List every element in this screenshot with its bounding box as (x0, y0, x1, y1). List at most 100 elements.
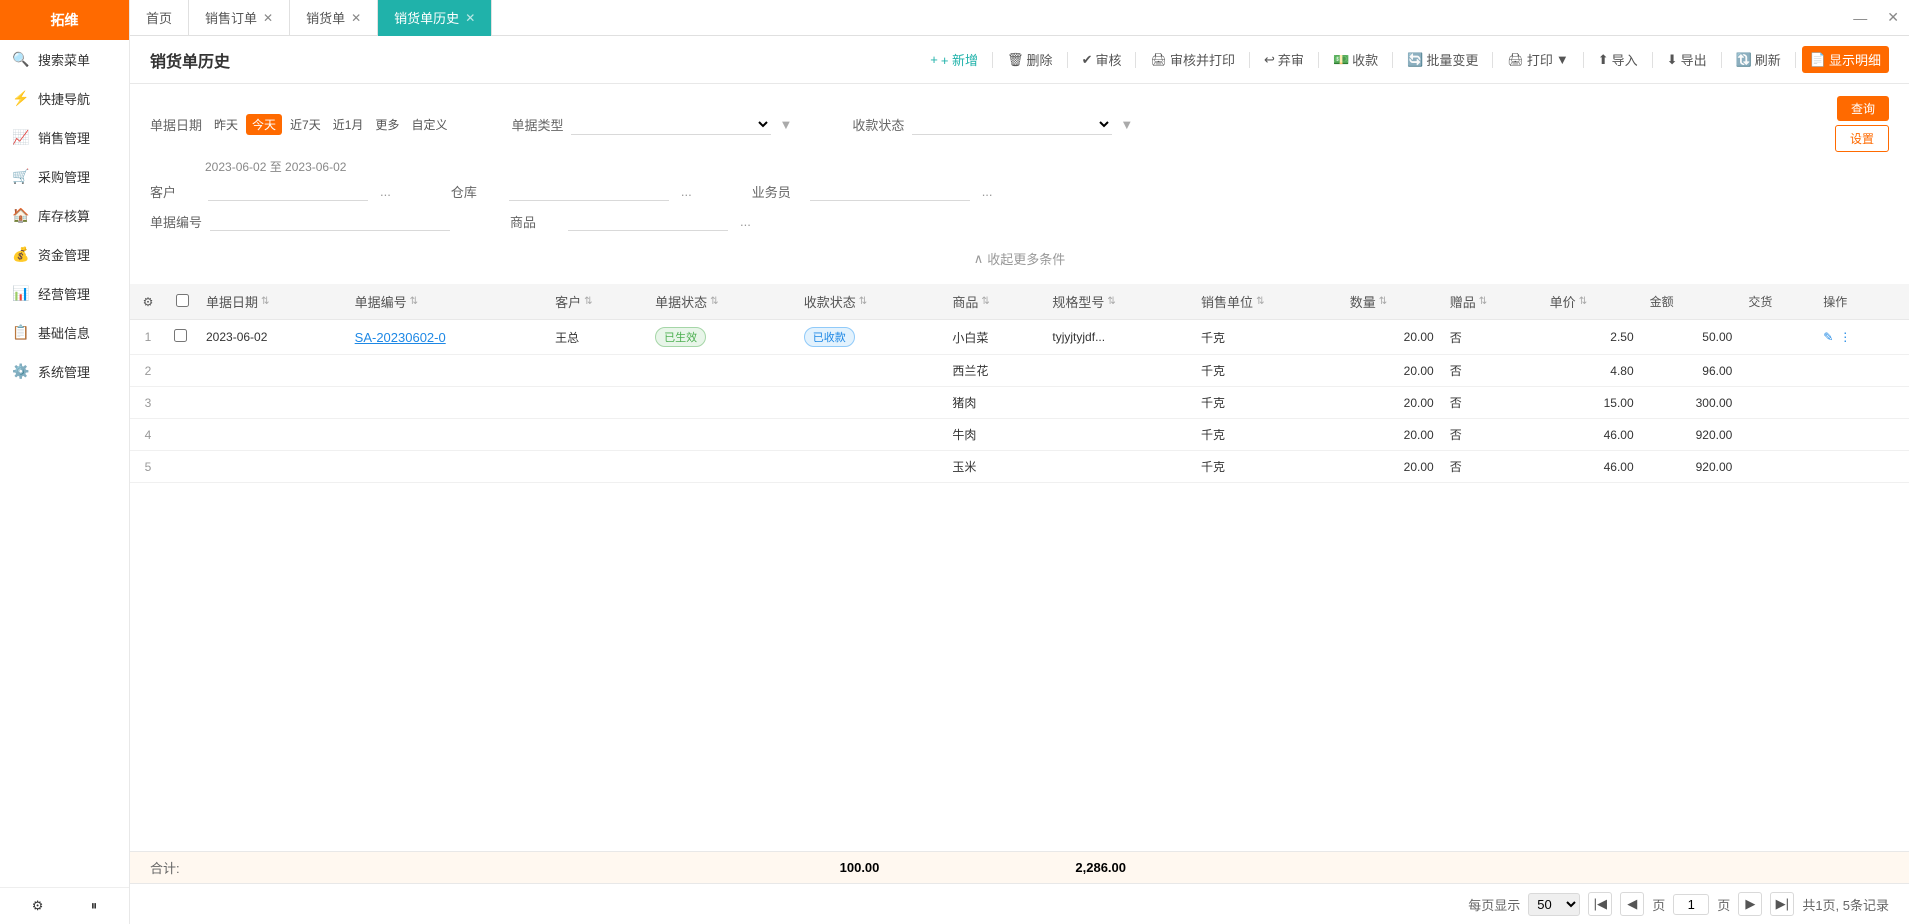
staff-label: 业务员 (752, 182, 802, 201)
sidebar-item-finance-mgmt[interactable]: 💰 资金管理 (0, 235, 129, 274)
sort-docstatus-icon: ⇅ (710, 296, 718, 307)
th-gift[interactable]: 赠品⇅ (1442, 284, 1542, 320)
delete-button[interactable]: 🗑 删除 (999, 46, 1061, 73)
staff-input[interactable] (810, 181, 970, 201)
page-label: 页 (1717, 895, 1730, 914)
sidebar-item-system-mgmt[interactable]: ⚙️ 系统管理 (0, 352, 129, 391)
th-doc-status[interactable]: 单据状态⇅ (647, 284, 796, 320)
goods-dots[interactable]: ... (740, 214, 751, 229)
close-window-btn[interactable]: ✕ (1877, 9, 1909, 26)
sidebar-item-quick-nav[interactable]: ⚡ 快捷导航 (0, 79, 129, 118)
row-check[interactable] (166, 419, 198, 451)
row-doc-no (347, 419, 547, 451)
edit-action-btn[interactable]: ✎ (1823, 330, 1833, 344)
collect-button[interactable]: 💵 收款 (1325, 46, 1386, 73)
date-option-7days[interactable]: 近7天 (286, 114, 325, 135)
sidebar: 拓维 🔍 搜索菜单 ⚡ 快捷导航 📈 销售管理 🛒 采购管理 🏠 库存核算 💰 … (0, 0, 130, 924)
more-action-btn[interactable]: ⋮ (1839, 330, 1851, 344)
sidebar-item-basic-info[interactable]: 📋 基础信息 (0, 313, 129, 352)
tab-sales-order[interactable]: 销售订单 ✕ (189, 0, 290, 36)
row-price: 15.00 (1542, 387, 1642, 419)
staff-dots[interactable]: ... (982, 184, 993, 199)
th-price[interactable]: 单价⇅ (1542, 284, 1642, 320)
print-icon: 🖨 (1507, 52, 1524, 68)
date-option-more[interactable]: 更多 (371, 114, 403, 135)
goods-input[interactable] (568, 211, 728, 231)
th-collect-status[interactable]: 收款状态⇅ (796, 284, 945, 320)
close-sales-order-tab[interactable]: ✕ (263, 11, 273, 25)
close-sales-goods-tab[interactable]: ✕ (351, 11, 361, 25)
tab-sales-history[interactable]: 销货单历史 ✕ (378, 0, 492, 36)
customer-dots[interactable]: ... (380, 184, 391, 199)
customer-input[interactable] (208, 181, 368, 201)
batch-change-button[interactable]: 🔄 批量变更 (1399, 46, 1486, 73)
audit-button[interactable]: ✔ 审核 (1074, 46, 1130, 73)
sidebar-item-sales-mgmt[interactable]: 📈 销售管理 (0, 118, 129, 157)
row-check[interactable] (166, 320, 198, 355)
import-button[interactable]: ⬆ 导入 (1590, 46, 1646, 73)
date-option-custom[interactable]: 自定义 (407, 114, 451, 135)
pause-bottom-icon[interactable]: ⏸ (91, 898, 98, 914)
row-qty: 20.00 (1342, 320, 1442, 355)
settings-bottom-icon[interactable]: ⚙ (32, 898, 44, 914)
next-page-button[interactable]: ▶ (1738, 892, 1762, 916)
abandon-button[interactable]: ↩ 弃审 (1256, 46, 1312, 73)
row-price: 46.00 (1542, 419, 1642, 451)
print-button[interactable]: 🖨 打印 ▼ (1499, 46, 1576, 73)
doc-no-link[interactable]: SA-20230602-0 (355, 330, 446, 345)
collect-status-select[interactable] (912, 113, 1112, 135)
th-doc-no[interactable]: 单据编号⇅ (347, 284, 547, 320)
th-action: 操作 (1815, 284, 1909, 320)
th-unit[interactable]: 销售单位⇅ (1193, 284, 1342, 320)
warehouse-input[interactable] (509, 181, 669, 201)
row-check[interactable] (166, 387, 198, 419)
th-goods[interactable]: 商品⇅ (944, 284, 1044, 320)
per-page-select[interactable]: 50 100 200 (1528, 893, 1580, 916)
new-button[interactable]: + + 新增 (922, 46, 986, 73)
prev-page-button[interactable]: ◀ (1620, 892, 1644, 916)
tab-home[interactable]: 首页 (130, 0, 189, 36)
minimize-btn[interactable]: — (1843, 10, 1877, 26)
audit-print-button[interactable]: 🖨 审核并打印 (1142, 46, 1243, 73)
th-spec[interactable]: 规格型号⇅ (1044, 284, 1193, 320)
divider (1318, 52, 1319, 68)
sidebar-item-label: 资金管理 (38, 245, 90, 264)
th-check[interactable] (166, 284, 198, 320)
date-option-yesterday[interactable]: 昨天 (210, 114, 242, 135)
th-date[interactable]: 单据日期⇅ (198, 284, 347, 320)
warehouse-dots[interactable]: ... (681, 184, 692, 199)
sidebar-item-search-menu[interactable]: 🔍 搜索菜单 (0, 40, 129, 79)
sidebar-item-inventory-calc[interactable]: 🏠 库存核算 (0, 196, 129, 235)
query-button[interactable]: 查询 (1837, 96, 1889, 121)
sidebar-item-operations-mgmt[interactable]: 📊 经营管理 (0, 274, 129, 313)
tab-sales-goods[interactable]: 销货单 ✕ (290, 0, 378, 36)
th-customer[interactable]: 客户⇅ (547, 284, 647, 320)
date-option-1month[interactable]: 近1月 (329, 114, 368, 135)
export-button[interactable]: ⬇ 导出 (1659, 46, 1715, 73)
divider (1249, 52, 1250, 68)
doc-type-select[interactable] (571, 113, 771, 135)
th-qty[interactable]: 数量⇅ (1342, 284, 1442, 320)
setting-button[interactable]: 设置 (1835, 125, 1889, 152)
close-sales-history-tab[interactable]: ✕ (465, 11, 475, 25)
th-gear[interactable]: ⚙ (130, 284, 166, 320)
doc-no-input[interactable] (210, 211, 450, 231)
row-amount: 300.00 (1642, 387, 1741, 419)
refresh-button[interactable]: 🔃 刷新 (1728, 46, 1789, 73)
collapse-button[interactable]: ∧ 收起更多条件 (970, 245, 1070, 272)
row-checkbox[interactable] (174, 329, 187, 342)
customer-label: 客户 (150, 182, 200, 201)
page-number-input[interactable] (1673, 894, 1709, 915)
show-detail-button[interactable]: 📄 显示明细 (1802, 46, 1889, 73)
sidebar-item-purchase-mgmt[interactable]: 🛒 采购管理 (0, 157, 129, 196)
date-option-today[interactable]: 今天 (246, 114, 282, 135)
row-check[interactable] (166, 451, 198, 483)
first-page-button[interactable]: |◀ (1588, 892, 1612, 916)
table-row: 2 西兰花 千克 20.00 否 4.80 96.00 (130, 355, 1909, 387)
sort-gift-icon: ⇅ (1479, 296, 1487, 307)
row-doc-no (347, 387, 547, 419)
row-customer (547, 451, 647, 483)
row-check[interactable] (166, 355, 198, 387)
check-all[interactable] (176, 294, 189, 307)
last-page-button[interactable]: ▶| (1770, 892, 1794, 916)
